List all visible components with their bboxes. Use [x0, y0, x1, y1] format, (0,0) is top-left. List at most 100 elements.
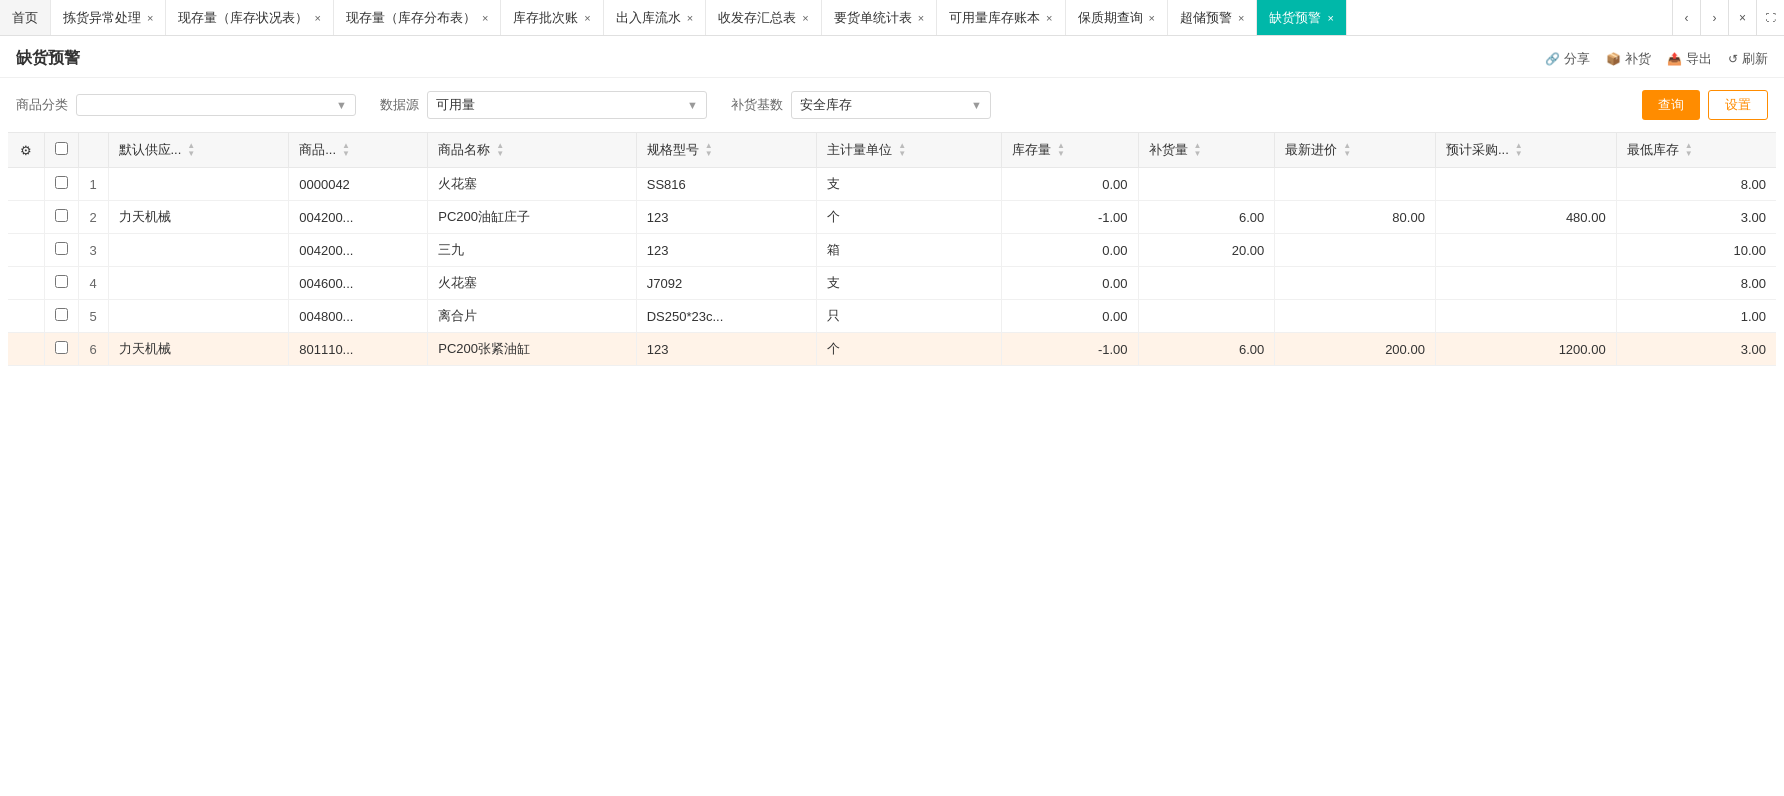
tab-close-icon[interactable]: ×: [918, 12, 924, 24]
stock-cell: 0.00: [1001, 300, 1138, 333]
tab-label: 收发存汇总表: [718, 9, 796, 27]
replenish-qty-sort-icon: ▲▼: [1194, 142, 1202, 158]
row-checkbox[interactable]: [55, 209, 68, 222]
replenish-base-select[interactable]: 安全库存 ▼: [791, 91, 991, 119]
query-button[interactable]: 查询: [1642, 90, 1700, 120]
tab-label: 首页: [12, 9, 38, 27]
row-checkbox[interactable]: [55, 176, 68, 189]
checkbox-cell[interactable]: [44, 201, 78, 234]
product-code-column-header[interactable]: 商品... ▲▼: [289, 133, 428, 168]
row-checkbox[interactable]: [55, 242, 68, 255]
tab-close-icon[interactable]: ×: [1046, 12, 1052, 24]
tab-close-icon[interactable]: ×: [147, 12, 153, 24]
tab-close-icon[interactable]: ×: [687, 12, 693, 24]
datasource-value: 可用量: [436, 96, 475, 114]
row-checkbox[interactable]: [55, 341, 68, 354]
gear-cell: [8, 168, 44, 201]
select-all-column-header[interactable]: [44, 133, 78, 168]
tab-item-11[interactable]: 缺货预警×: [1257, 0, 1346, 35]
replenish-qty-cell: [1138, 300, 1275, 333]
spec-cell: SS816: [636, 168, 816, 201]
tab-label: 现存量（库存状况表）: [178, 9, 308, 27]
product-code-sort-icon: ▲▼: [342, 142, 350, 158]
est-purchase-cell: [1435, 267, 1616, 300]
tab-close-icon[interactable]: ×: [584, 12, 590, 24]
replenish-base-chevron: ▼: [971, 99, 982, 111]
gear-cell: [8, 267, 44, 300]
spec-cell: DS250*23c...: [636, 300, 816, 333]
unit-cell: 支: [817, 267, 1002, 300]
tab-scroll-left[interactable]: ‹: [1672, 0, 1700, 36]
checkbox-cell[interactable]: [44, 300, 78, 333]
tab-item-9[interactable]: 保质期查询×: [1066, 0, 1168, 35]
share-button[interactable]: 🔗 分享: [1545, 50, 1590, 68]
replenish-base-value: 安全库存: [800, 96, 852, 114]
spec-cell: 123: [636, 234, 816, 267]
spec-column-header[interactable]: 规格型号 ▲▼: [636, 133, 816, 168]
checkbox-cell[interactable]: [44, 267, 78, 300]
page-title: 缺货预警: [16, 48, 80, 69]
checkbox-cell[interactable]: [44, 168, 78, 201]
tab-close-all[interactable]: ×: [1728, 0, 1756, 36]
tab-item-3[interactable]: 现存量（库存分布表）×: [334, 0, 501, 35]
product-name-cell: PC200张紧油缸: [428, 333, 636, 366]
product-name-column-header[interactable]: 商品名称 ▲▼: [428, 133, 636, 168]
tab-item-10[interactable]: 超储预警×: [1168, 0, 1257, 35]
est-purchase-cell: [1435, 234, 1616, 267]
row-num-cell: 5: [78, 300, 108, 333]
table-row: 6力天机械801110...PC200张紧油缸123个-1.006.00200.…: [8, 333, 1776, 366]
est-purchase-column-header[interactable]: 预计采购... ▲▼: [1435, 133, 1616, 168]
tab-close-icon[interactable]: ×: [314, 12, 320, 24]
export-icon: 📤: [1667, 52, 1682, 66]
datasource-select[interactable]: 可用量 ▼: [427, 91, 707, 119]
gear-cell: [8, 300, 44, 333]
min-stock-column-header[interactable]: 最低库存 ▲▼: [1616, 133, 1776, 168]
min-stock-cell: 3.00: [1616, 333, 1776, 366]
supplier-cell: 力天机械: [108, 201, 289, 234]
export-button[interactable]: 📤 导出: [1667, 50, 1712, 68]
unit-column-header[interactable]: 主计量单位 ▲▼: [817, 133, 1002, 168]
settings-column-header[interactable]: ⚙: [8, 133, 44, 168]
tab-item-1[interactable]: 拣货异常处理 ×: [51, 0, 166, 35]
filter-action-buttons: 查询 设置: [1642, 90, 1768, 120]
stock-column-header[interactable]: 库存量 ▲▼: [1001, 133, 1138, 168]
tab-close-icon[interactable]: ×: [1149, 12, 1155, 24]
refresh-button[interactable]: ↺ 刷新: [1728, 50, 1768, 68]
row-num-cell: 4: [78, 267, 108, 300]
tab-item-7[interactable]: 要货单统计表×: [822, 0, 937, 35]
est-purchase-cell: 1200.00: [1435, 333, 1616, 366]
tab-expand[interactable]: ⛶: [1756, 0, 1784, 36]
tab-close-icon[interactable]: ×: [482, 12, 488, 24]
tab-item-0[interactable]: 首页: [0, 0, 51, 35]
gear-cell: [8, 234, 44, 267]
select-all-checkbox[interactable]: [55, 142, 68, 155]
main-content: 缺货预警 🔗 分享 📦 补货 📤 导出 ↺ 刷新 商品分类: [0, 36, 1784, 796]
spec-cell: 123: [636, 333, 816, 366]
tab-close-icon[interactable]: ×: [1327, 12, 1333, 24]
tab-item-2[interactable]: 现存量（库存状况表） ×: [166, 0, 333, 35]
tab-label: 拣货异常处理: [63, 9, 141, 27]
replenish-base-label: 补货基数: [731, 96, 783, 114]
replenish-button[interactable]: 📦 补货: [1606, 50, 1651, 68]
checkbox-cell[interactable]: [44, 234, 78, 267]
tab-close-icon[interactable]: ×: [802, 12, 808, 24]
supplier-column-header[interactable]: 默认供应... ▲▼: [108, 133, 289, 168]
tab-label: 库存批次账: [513, 9, 578, 27]
row-checkbox[interactable]: [55, 275, 68, 288]
row-checkbox[interactable]: [55, 308, 68, 321]
tab-item-5[interactable]: 出入库流水×: [604, 0, 706, 35]
est-purchase-cell: [1435, 168, 1616, 201]
tab-bar: 首页拣货异常处理×现存量（库存状况表）×现存量（库存分布表）×库存批次账×出入库…: [0, 0, 1784, 36]
category-select[interactable]: ▼: [76, 94, 356, 116]
tab-item-8[interactable]: 可用量库存账本×: [937, 0, 1065, 35]
tab-item-4[interactable]: 库存批次账 ×: [501, 0, 603, 35]
settings-button[interactable]: 设置: [1708, 90, 1768, 120]
tab-item-6[interactable]: 收发存汇总表 ×: [706, 0, 821, 35]
latest-price-column-header[interactable]: 最新进价 ▲▼: [1275, 133, 1436, 168]
checkbox-cell[interactable]: [44, 333, 78, 366]
latest-price-cell: [1275, 267, 1436, 300]
replenish-qty-column-header[interactable]: 补货量 ▲▼: [1138, 133, 1275, 168]
table-header-row: ⚙ 默认供应... ▲▼: [8, 133, 1776, 168]
tab-close-icon[interactable]: ×: [1238, 12, 1244, 24]
tab-scroll-right[interactable]: ›: [1700, 0, 1728, 36]
